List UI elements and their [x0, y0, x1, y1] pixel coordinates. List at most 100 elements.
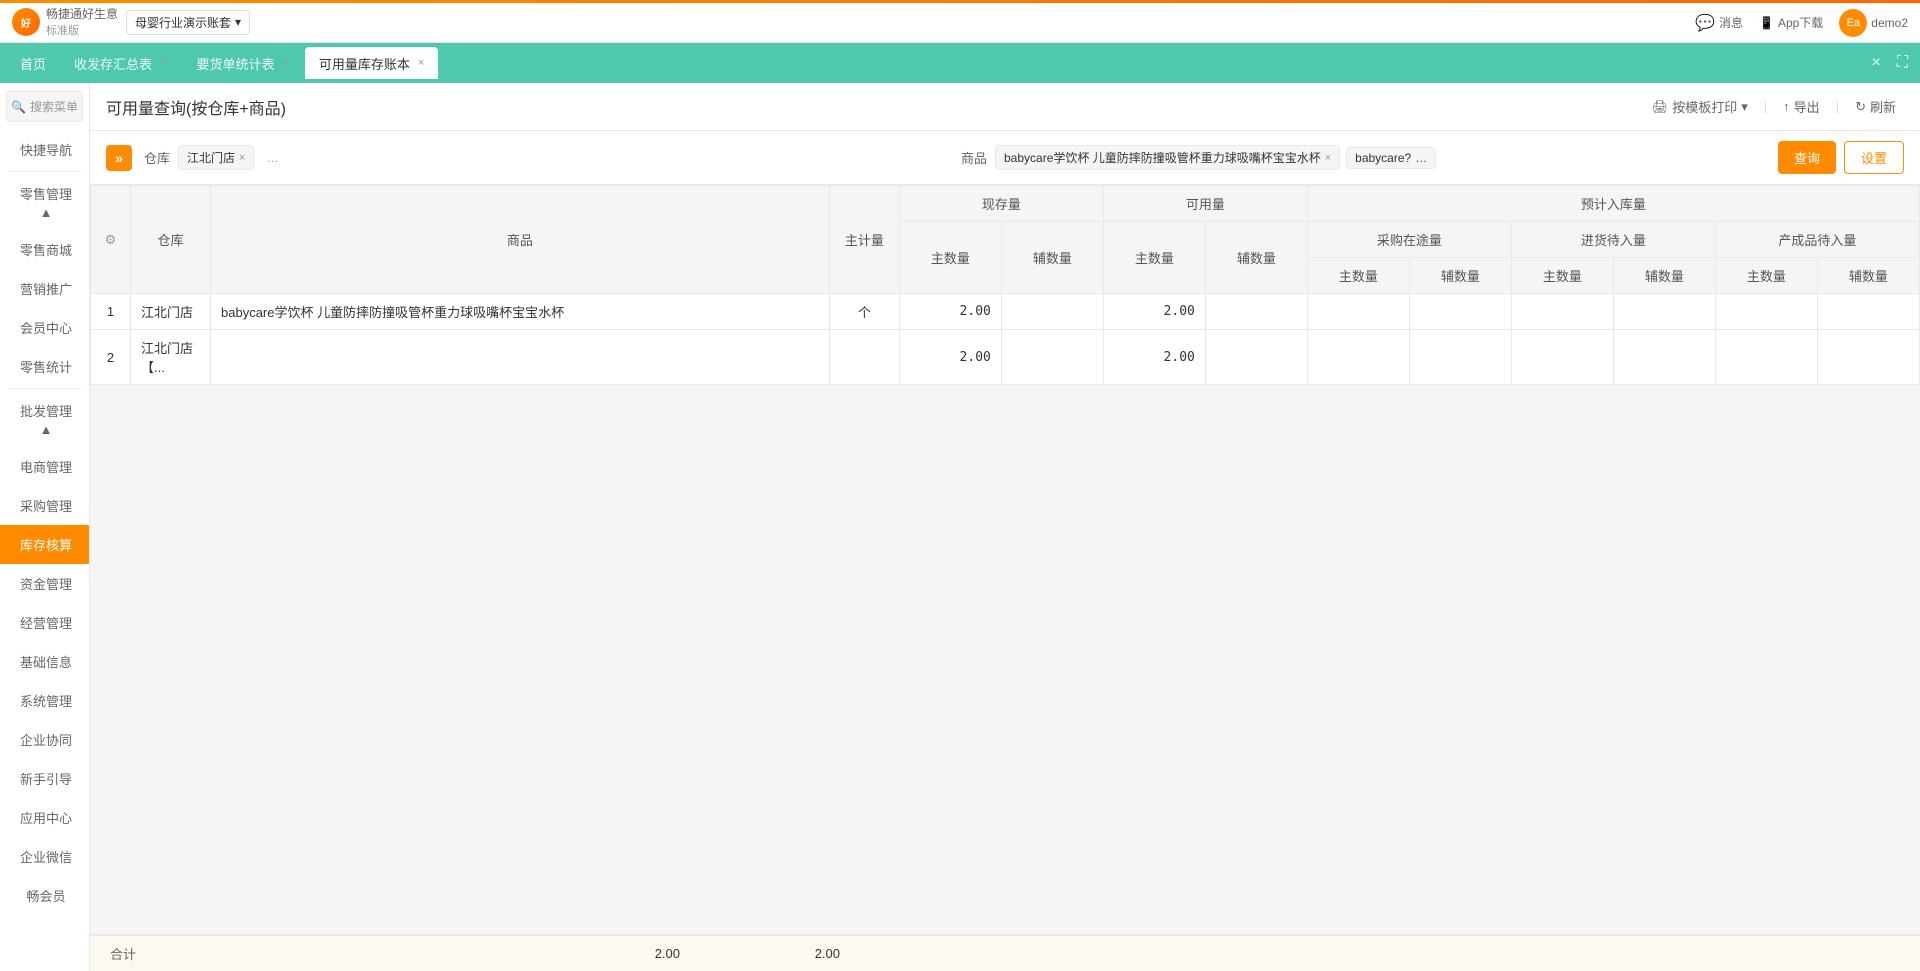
nav-tabs: 首页 收发存汇总表 × 要货单统计表 × 可用量库存账本 × × ⛶ [0, 43, 1920, 83]
sidebar-item-purchase[interactable]: 采购管理 [0, 486, 89, 525]
warehouse-filter-group: 仓库 江北门店 × … [144, 145, 949, 170]
message-btn[interactable]: 💬 消息 [1695, 13, 1743, 33]
tab-receiving-close[interactable]: × [160, 57, 166, 69]
sidebar-item-inventory[interactable]: 库存核算 [0, 525, 89, 564]
filter-expand-btn[interactable]: » [106, 145, 132, 171]
user-menu[interactable]: Ea demo2 [1839, 9, 1908, 37]
td-incoming-aux-2 [1613, 330, 1715, 385]
th-current-aux: 辅数量 [1001, 222, 1103, 294]
tab-order-stats[interactable]: 要货单统计表 × [182, 47, 302, 79]
sidebar-item-system[interactable]: 系统管理 [0, 681, 89, 720]
logo-sub: 标准版 [46, 22, 118, 38]
close-all-btn[interactable]: × [1867, 50, 1884, 76]
refresh-label: 刷新 [1870, 97, 1896, 116]
tab-available-stock[interactable]: 可用量库存账本 × [305, 47, 438, 79]
sidebar-item-label: 企业微信 [20, 847, 72, 866]
chevron-down-icon: ▾ [235, 15, 241, 29]
sidebar-item-ecommerce[interactable]: 电商管理 [0, 447, 89, 486]
sidebar-item-finance[interactable]: 资金管理 [0, 564, 89, 603]
sidebar-item-label: 新手引导 [20, 769, 72, 788]
warehouse-tag-text: 江北门店 [187, 149, 235, 166]
th-product: 商品 [211, 186, 830, 294]
tab-home[interactable]: 首页 [8, 47, 58, 79]
action-divider-1: | [1764, 99, 1767, 114]
sidebar-item-member2[interactable]: 畅会员 [0, 876, 89, 915]
sidebar-item-retail-mall[interactable]: 零售商城 [0, 230, 89, 269]
sidebar-item-wechat-work[interactable]: 企业微信 [0, 837, 89, 876]
warehouse-filter-label: 仓库 [144, 148, 170, 167]
action-divider-2: | [1836, 99, 1839, 114]
product-tag-1: babycare学饮杯 儿童防摔防撞吸管杯重力球吸嘴杯宝宝水杯 × [995, 145, 1340, 170]
page-actions: 🖨 按模板打印 ▾ | ↑ 导出 | ↻ 刷新 [1644, 93, 1904, 120]
export-label: 导出 [1794, 97, 1820, 116]
warehouse-tag-close[interactable]: × [239, 152, 245, 164]
product-tag-2-suffix: … [1415, 151, 1427, 165]
sidebar-item-label: 零售统计 [20, 357, 72, 376]
sidebar-item-label: 零售管理 [20, 184, 72, 203]
sidebar-item-label: 基础信息 [20, 652, 72, 671]
filter-bar: » 仓库 江北门店 × … 商品 babycare学饮杯 儿童防摔防撞吸管杯重力… [90, 131, 1920, 185]
td-seq-2: 2 [91, 330, 131, 385]
industry-select[interactable]: 母婴行业演示账套 ▾ [126, 10, 250, 35]
product-tag-1-close[interactable]: × [1325, 152, 1331, 164]
sidebar-item-member[interactable]: 会员中心 [0, 308, 89, 347]
query-btn[interactable]: 查询 [1778, 141, 1836, 174]
print-btn[interactable]: 🖨 按模板打印 ▾ [1644, 93, 1756, 120]
settings-btn[interactable]: 设置 [1844, 141, 1904, 174]
th-prod-main: 主数量 [1715, 258, 1817, 294]
sidebar-item-wholesale-mgmt[interactable]: 批发管理 ▲ [0, 391, 89, 447]
td-production-main-1 [1715, 294, 1817, 330]
sidebar-item-marketing[interactable]: 营销推广 [0, 269, 89, 308]
td-current-main-1: 2.00 [899, 294, 1001, 330]
top-bar: 好 畅捷通好生意 标准版 母婴行业演示账套 ▾ 💬 消息 📱 App下载 Ea … [0, 3, 1920, 43]
td-incoming-main-2 [1511, 330, 1613, 385]
app-download-btn[interactable]: 📱 App下载 [1759, 14, 1823, 31]
th-warehouse: 仓库 [131, 186, 211, 294]
warehouse-tag: 江北门店 × [178, 145, 254, 170]
table-footer: 合计 2.00 2.00 [90, 934, 1920, 971]
tab-receiving-summary[interactable]: 收发存汇总表 × [60, 47, 180, 79]
search-menu-btn[interactable]: 🔍 搜索菜单 [6, 91, 83, 122]
refresh-btn[interactable]: ↻ 刷新 [1847, 93, 1904, 120]
sidebar-item-label: 库存核算 [20, 535, 72, 554]
td-incoming-main-1 [1511, 294, 1613, 330]
td-production-aux-2 [1817, 330, 1919, 385]
table-container: ⚙ 仓库 商品 主计量 现存量 可用量 预计入库量 主数量 辅数量 主数量 辅数… [90, 185, 1920, 934]
sidebar-item-business[interactable]: 经营管理 [0, 603, 89, 642]
warehouse-tags: 江北门店 × … [178, 145, 949, 170]
sidebar-item-basic-info[interactable]: 基础信息 [0, 642, 89, 681]
sidebar-item-label: 电商管理 [20, 457, 72, 476]
td-unit-2 [829, 330, 899, 385]
sidebar-item-retail-stats[interactable]: 零售统计 [0, 347, 89, 386]
sidebar-quick-nav-label: 快捷导航 [20, 140, 72, 159]
sidebar-item-quick-nav[interactable]: 快捷导航 [0, 130, 89, 169]
sidebar-item-tutorial[interactable]: 新手引导 [0, 759, 89, 798]
td-avail-main-1: 2.00 [1103, 294, 1205, 330]
sidebar-item-label: 应用中心 [20, 808, 72, 827]
td-purchase-aux-2 [1409, 330, 1511, 385]
footer-avail-main: 2.00 [770, 946, 850, 961]
sidebar-item-label: 采购管理 [20, 496, 72, 515]
settings-icon[interactable]: ⚙ [105, 232, 117, 247]
th-pt-main: 主数量 [1307, 258, 1409, 294]
avatar-text: Ea [1847, 17, 1860, 29]
td-avail-main-2: 2.00 [1103, 330, 1205, 385]
sidebar-item-label: 营销推广 [20, 279, 72, 298]
th-current-main: 主数量 [899, 222, 1001, 294]
td-current-main-2: 2.00 [899, 330, 1001, 385]
warehouse-more-btn[interactable]: … [260, 148, 284, 168]
sidebar-item-app-center[interactable]: 应用中心 [0, 798, 89, 837]
tab-available-stock-close[interactable]: × [418, 57, 424, 69]
th-avail-group: 可用量 [1103, 186, 1307, 222]
sidebar-item-enterprise-collab[interactable]: 企业协同 [0, 720, 89, 759]
th-inc-aux: 辅数量 [1613, 258, 1715, 294]
fullscreen-btn[interactable]: ⛶ [1893, 50, 1912, 76]
sidebar-item-label: 经营管理 [20, 613, 72, 632]
td-production-aux-1 [1817, 294, 1919, 330]
td-production-main-2 [1715, 330, 1817, 385]
td-avail-aux-2 [1205, 330, 1307, 385]
export-btn[interactable]: ↑ 导出 [1775, 93, 1828, 120]
sidebar-item-retail-mgmt[interactable]: 零售管理 ▲ [0, 174, 89, 230]
tab-order-stats-close[interactable]: × [282, 57, 288, 69]
td-purchase-main-1 [1307, 294, 1409, 330]
